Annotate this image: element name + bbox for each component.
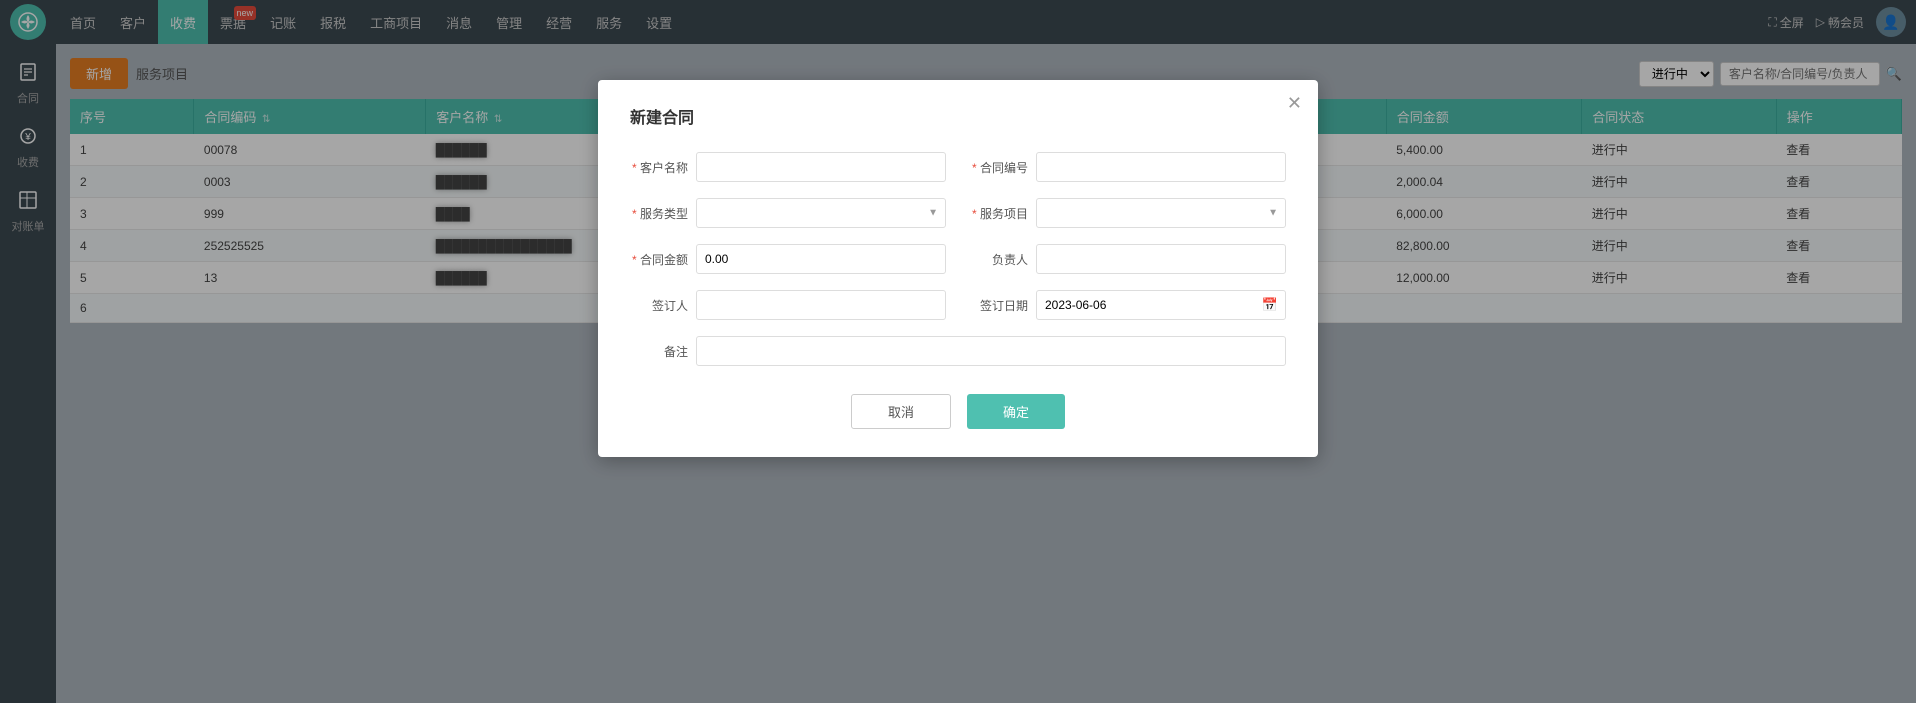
customer-name-input[interactable] <box>696 152 946 182</box>
confirm-button[interactable]: 确定 <box>967 394 1065 429</box>
form-row-service-item: 服务项目 ▼ <box>970 198 1286 228</box>
amount-label: 合同金额 <box>630 251 688 268</box>
signer-input[interactable] <box>696 290 946 320</box>
form-row-responsible: 负责人 <box>970 244 1286 274</box>
form-row-amount: 合同金额 <box>630 244 946 274</box>
sign-date-wrap: 📅 <box>1036 290 1286 320</box>
form-row-contract-no: 合同编号 <box>970 152 1286 182</box>
contract-no-label: 合同编号 <box>970 159 1028 176</box>
contract-no-input[interactable] <box>1036 152 1286 182</box>
responsible-label: 负责人 <box>970 251 1028 268</box>
service-item-select-wrap: ▼ <box>1036 198 1286 228</box>
signer-label: 签订人 <box>630 297 688 314</box>
dialog: 新建合同 ✕ 客户名称 合同编号 服务类型 ▼ 服务项目 <box>598 80 1318 457</box>
dialog-footer: 取消 确定 <box>630 394 1286 429</box>
customer-name-label: 客户名称 <box>630 159 688 176</box>
dialog-close-button[interactable]: ✕ <box>1287 94 1302 112</box>
service-type-select-wrap: ▼ <box>696 198 946 228</box>
form-row-customer: 客户名称 <box>630 152 946 182</box>
remark-label: 备注 <box>630 343 688 360</box>
dialog-title: 新建合同 <box>630 104 1286 128</box>
form-row-sign-date: 签订日期 📅 <box>970 290 1286 320</box>
service-type-label: 服务类型 <box>630 205 688 222</box>
form-row-remark: 备注 <box>630 336 1286 366</box>
service-item-select[interactable] <box>1036 198 1286 228</box>
remark-input[interactable] <box>696 336 1286 366</box>
modal-overlay: 新建合同 ✕ 客户名称 合同编号 服务类型 ▼ 服务项目 <box>0 0 1916 703</box>
responsible-input[interactable] <box>1036 244 1286 274</box>
calendar-icon[interactable]: 📅 <box>1262 297 1278 313</box>
form-row-signer: 签订人 <box>630 290 946 320</box>
sign-date-input[interactable] <box>1036 290 1286 320</box>
amount-input[interactable] <box>696 244 946 274</box>
cancel-button[interactable]: 取消 <box>851 394 951 429</box>
form-grid: 客户名称 合同编号 服务类型 ▼ 服务项目 ▼ <box>630 152 1286 366</box>
form-row-service-type: 服务类型 ▼ <box>630 198 946 228</box>
service-item-label: 服务项目 <box>970 205 1028 222</box>
service-type-select[interactable] <box>696 198 946 228</box>
sign-date-label: 签订日期 <box>970 297 1028 314</box>
